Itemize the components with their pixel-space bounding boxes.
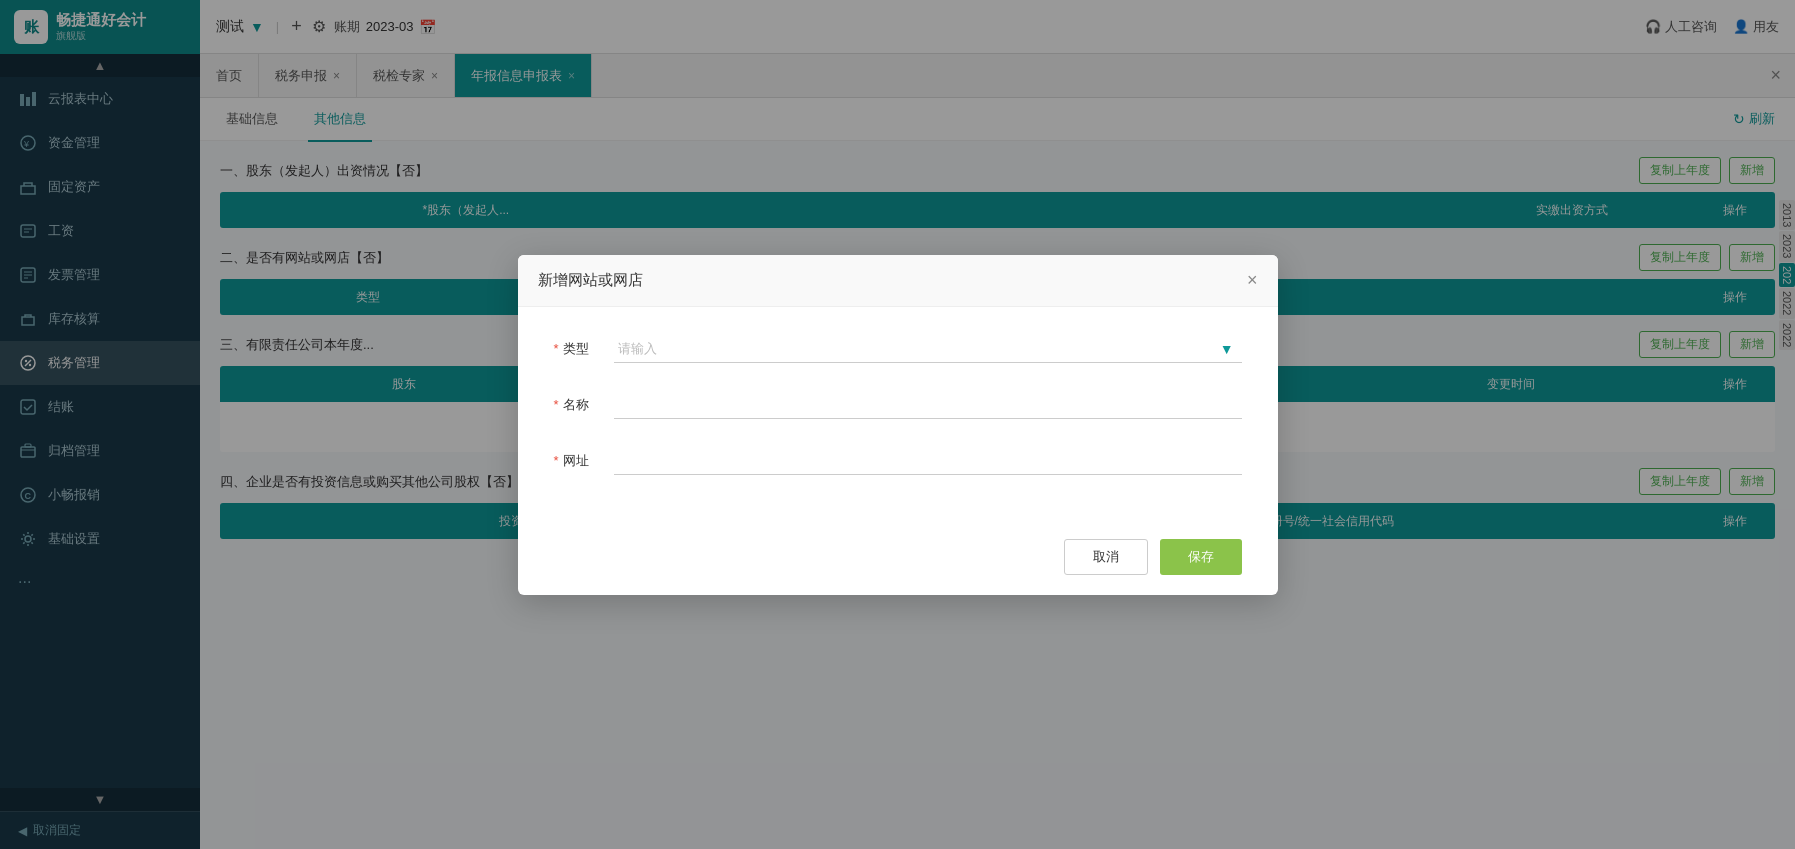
url-input-wrap — [614, 447, 1242, 475]
type-input[interactable] — [614, 335, 1242, 363]
dialog-close-btn[interactable]: × — [1247, 271, 1258, 289]
save-btn[interactable]: 保存 — [1160, 539, 1242, 575]
url-label: * 网址 — [554, 452, 614, 470]
type-label: * 类型 — [554, 340, 614, 358]
type-input-wrap: ▼ — [614, 335, 1242, 363]
name-input[interactable] — [614, 391, 1242, 419]
form-row-url: * 网址 — [554, 447, 1242, 475]
name-label: * 名称 — [554, 396, 614, 414]
type-required: * — [554, 341, 559, 356]
add-website-dialog: 新增网站或网店 × * 类型 ▼ * 名称 — [518, 255, 1278, 595]
url-input[interactable] — [614, 447, 1242, 475]
cancel-btn[interactable]: 取消 — [1064, 539, 1148, 575]
url-required: * — [554, 453, 559, 468]
dialog-footer: 取消 保存 — [518, 523, 1278, 595]
dialog-title: 新增网站或网店 — [538, 271, 643, 290]
dialog-body: * 类型 ▼ * 名称 * — [518, 307, 1278, 523]
name-input-wrap — [614, 391, 1242, 419]
name-required: * — [554, 397, 559, 412]
dialog-overlay: 新增网站或网店 × * 类型 ▼ * 名称 — [0, 0, 1795, 849]
form-row-name: * 名称 — [554, 391, 1242, 419]
form-row-type: * 类型 ▼ — [554, 335, 1242, 363]
dialog-header: 新增网站或网店 × — [518, 255, 1278, 307]
